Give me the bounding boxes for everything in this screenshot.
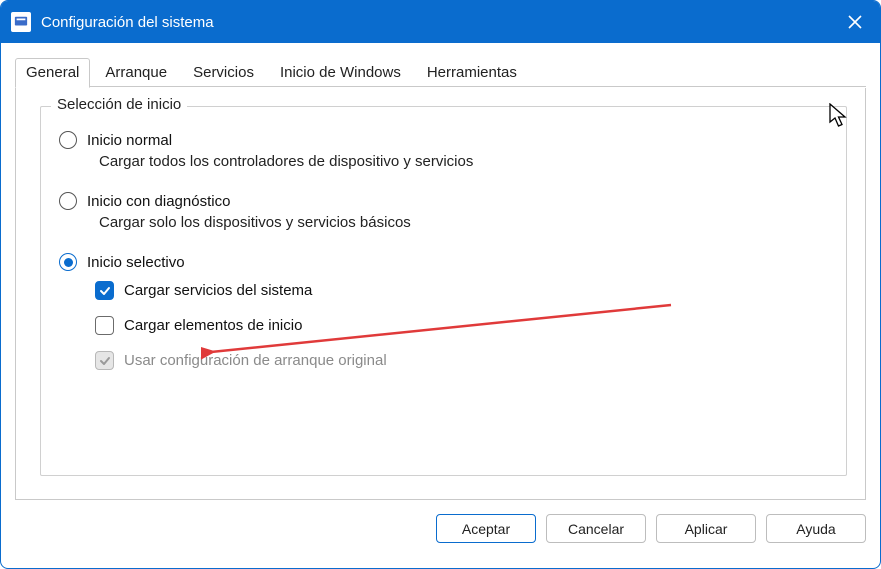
radio-inicio-normal[interactable]: Inicio normal <box>59 127 828 151</box>
cancel-button[interactable]: Cancelar <box>546 514 646 543</box>
radio-label: Inicio con diagnóstico <box>87 193 230 210</box>
radio-icon <box>59 192 77 210</box>
tab-herramientas[interactable]: Herramientas <box>416 58 528 88</box>
checkbox-icon <box>95 281 114 300</box>
apply-button[interactable]: Aplicar <box>656 514 756 543</box>
check-cargar-servicios[interactable]: Cargar servicios del sistema <box>95 273 828 308</box>
tab-underline <box>15 86 866 87</box>
radio-icon <box>59 131 77 149</box>
tab-general[interactable]: General <box>15 58 90 88</box>
close-button[interactable] <box>830 1 880 43</box>
radio-icon <box>59 253 77 271</box>
dialog-buttons: Aceptar Cancelar Aplicar Ayuda <box>1 514 880 543</box>
tab-arranque[interactable]: Arranque <box>94 58 178 88</box>
group-legend: Selección de inicio <box>51 96 187 113</box>
app-icon <box>11 12 31 32</box>
help-button[interactable]: Ayuda <box>766 514 866 543</box>
selective-checks: Cargar servicios del sistema Cargar elem… <box>59 273 828 378</box>
radio-label: Inicio selectivo <box>87 254 185 271</box>
accept-button[interactable]: Aceptar <box>436 514 536 543</box>
close-icon <box>848 15 862 29</box>
checkbox-label: Usar configuración de arranque original <box>124 352 387 369</box>
radio-inicio-diagnostico[interactable]: Inicio con diagnóstico <box>59 188 828 212</box>
check-cargar-elementos[interactable]: Cargar elementos de inicio <box>95 308 828 343</box>
tab-inicio-windows[interactable]: Inicio de Windows <box>269 58 412 88</box>
radio-label: Inicio normal <box>87 132 172 149</box>
titlebar: Configuración del sistema <box>1 1 880 43</box>
radio-desc-normal: Cargar todos los controladores de dispos… <box>59 151 828 188</box>
checkbox-icon <box>95 351 114 370</box>
tab-panel-general: Selección de inicio Inicio normal Cargar… <box>15 88 866 500</box>
tabstrip: General Arranque Servicios Inicio de Win… <box>1 43 880 87</box>
checkbox-icon <box>95 316 114 335</box>
group-seleccion-inicio: Selección de inicio Inicio normal Cargar… <box>40 106 847 476</box>
radio-inicio-selectivo[interactable]: Inicio selectivo <box>59 249 828 273</box>
window-title: Configuración del sistema <box>41 14 214 31</box>
check-usar-config-original: Usar configuración de arranque original <box>95 343 828 378</box>
checkbox-label: Cargar elementos de inicio <box>124 317 302 334</box>
tab-servicios[interactable]: Servicios <box>182 58 265 88</box>
checkbox-label: Cargar servicios del sistema <box>124 282 312 299</box>
radio-desc-diagnostico: Cargar solo los dispositivos y servicios… <box>59 212 828 249</box>
